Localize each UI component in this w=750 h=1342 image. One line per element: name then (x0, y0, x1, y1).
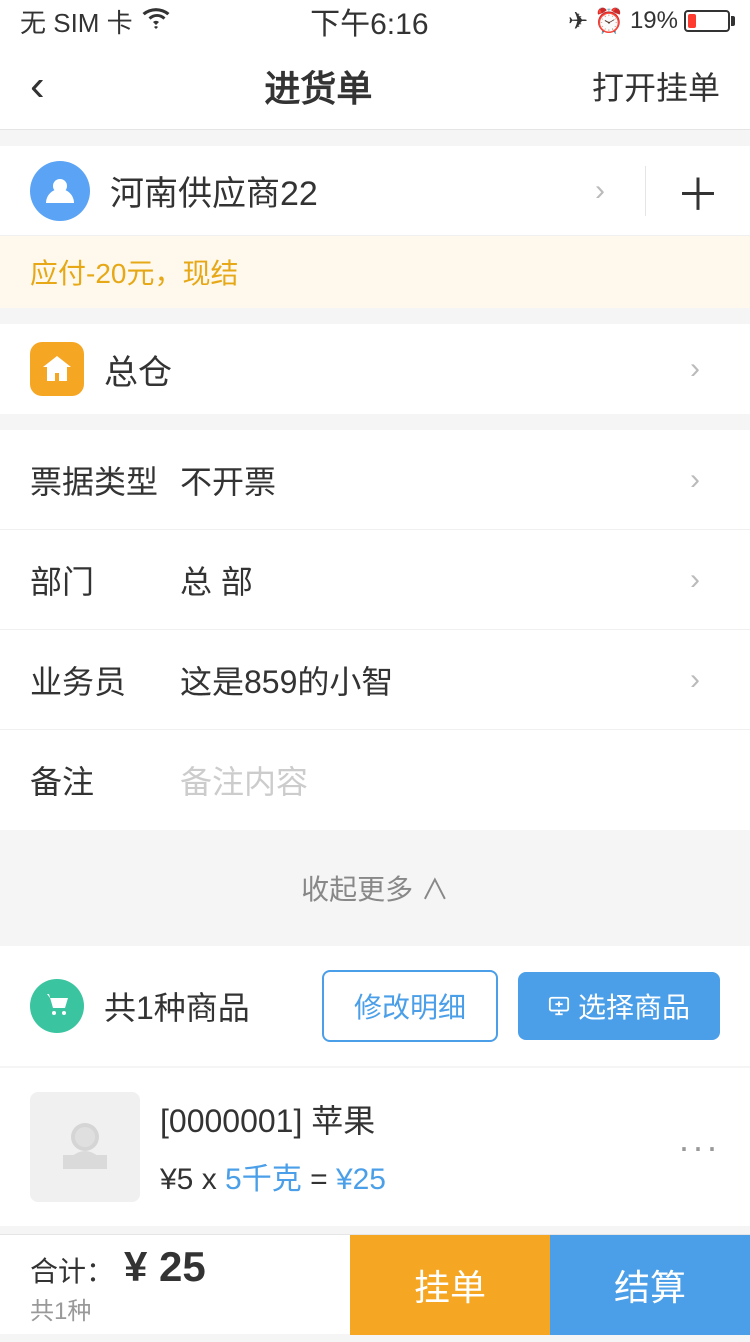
product-item: [0000001] 苹果 ¥5 x 5千克 = ¥25 ··· (0, 1068, 750, 1226)
invoice-label: 票据类型 (30, 457, 170, 503)
total-section: 合计： ¥ 25 共1种 (0, 1243, 350, 1326)
warehouse-chevron-icon: › (690, 352, 700, 386)
select-product-label: 选择商品 (578, 986, 690, 1026)
staff-chevron-icon: › (690, 663, 700, 697)
carrier-label: 无 SIM 卡 (20, 3, 133, 40)
warehouse-row[interactable]: 总仓 › (0, 324, 750, 414)
person-icon (42, 173, 78, 209)
products-count: 共1种商品 (104, 983, 302, 1029)
status-time: 下午6:16 (310, 0, 428, 43)
supplier-chevron-icon: › (595, 174, 605, 208)
remark-label: 备注 (30, 757, 170, 803)
dept-label: 部门 (30, 557, 170, 603)
total-count: 共1种 (30, 1291, 320, 1326)
warehouse-card[interactable]: 总仓 › (0, 324, 750, 414)
dept-chevron-icon: › (690, 563, 700, 597)
battery-label: 19% (630, 7, 678, 35)
subtotal: ¥25 (336, 1163, 386, 1196)
staff-value: 这是859的小智 (170, 657, 690, 703)
collapse-button[interactable]: 收起更多 ∧ (0, 846, 750, 930)
staff-label: 业务员 (30, 657, 170, 703)
supplier-notice: 应付-20元，现结 (0, 236, 750, 308)
invoice-value: 不开票 (170, 457, 690, 503)
remark-placeholder: 备注内容 (170, 757, 720, 803)
main-content: 河南供应商22 › ＋ 应付-20元，现结 总仓 › 票据类型 不开票 › 部门… (0, 130, 750, 1342)
select-product-icon (548, 995, 570, 1017)
bottom-bar: 合计： ¥ 25 共1种 挂单 结算 (0, 1234, 750, 1334)
location-icon: ✈ (568, 7, 588, 36)
select-product-button[interactable]: 选择商品 (518, 972, 720, 1040)
home-icon (41, 353, 73, 385)
open-hang-button[interactable]: 打开挂单 (592, 63, 720, 109)
product-info: [0000001] 苹果 ¥5 x 5千克 = ¥25 (160, 1096, 658, 1198)
form-card: 票据类型 不开票 › 部门 总 部 › 业务员 这是859的小智 › 备注 备注… (0, 430, 750, 830)
product-name: [0000001] 苹果 (160, 1096, 658, 1142)
supplier-row[interactable]: 河南供应商22 › ＋ (0, 146, 750, 236)
battery-icon (684, 10, 730, 32)
back-button[interactable]: ‹ (30, 64, 45, 108)
dept-row[interactable]: 部门 总 部 › (0, 530, 750, 630)
product-thumbnail (30, 1092, 140, 1202)
product-code: [0000001] (160, 1103, 311, 1139)
edit-detail-button[interactable]: 修改明细 (322, 970, 498, 1042)
wifi-icon (141, 6, 171, 37)
product-more-button[interactable]: ··· (678, 1126, 720, 1168)
invoice-chevron-icon: › (690, 463, 700, 497)
supplier-name: 河南供应商22 (110, 166, 595, 215)
supplier-divider (645, 166, 646, 216)
invoice-row[interactable]: 票据类型 不开票 › (0, 430, 750, 530)
total-label: 合计： (30, 1250, 114, 1290)
total-row: 合计： ¥ 25 (30, 1243, 320, 1291)
quantity: 5千克 (225, 1163, 302, 1196)
product-price: ¥5 x 5千克 = ¥25 (160, 1154, 658, 1198)
status-right: ✈ ⏰ 19% (568, 7, 730, 36)
supplier-avatar (30, 161, 90, 221)
alarm-icon: ⏰ (594, 7, 624, 36)
dept-value: 总 部 (170, 557, 690, 603)
warehouse-icon (30, 342, 84, 396)
nav-bar: ‹ 进货单 打开挂单 (0, 42, 750, 130)
products-header: 共1种商品 修改明细 选择商品 (0, 946, 750, 1066)
product-thumb-icon (55, 1117, 115, 1177)
status-bar: 无 SIM 卡 下午6:16 ✈ ⏰ 19% (0, 0, 750, 42)
supplier-card: 河南供应商22 › ＋ 应付-20元，现结 (0, 130, 750, 308)
total-amount: ¥ 25 (124, 1243, 206, 1291)
remark-row[interactable]: 备注 备注内容 (0, 730, 750, 830)
checkout-button[interactable]: 结算 (550, 1235, 750, 1335)
products-icon (30, 979, 84, 1033)
hang-order-button[interactable]: 挂单 (350, 1235, 550, 1335)
unit-price: ¥5 x (160, 1163, 225, 1196)
staff-row[interactable]: 业务员 这是859的小智 › (0, 630, 750, 730)
product-title: 苹果 (311, 1103, 375, 1139)
warehouse-name: 总仓 (104, 345, 690, 394)
page-title: 进货单 (264, 60, 372, 112)
add-supplier-button[interactable]: ＋ (676, 159, 720, 223)
cart-icon (42, 991, 72, 1021)
equals: = (310, 1163, 336, 1196)
status-left: 无 SIM 卡 (20, 3, 171, 40)
